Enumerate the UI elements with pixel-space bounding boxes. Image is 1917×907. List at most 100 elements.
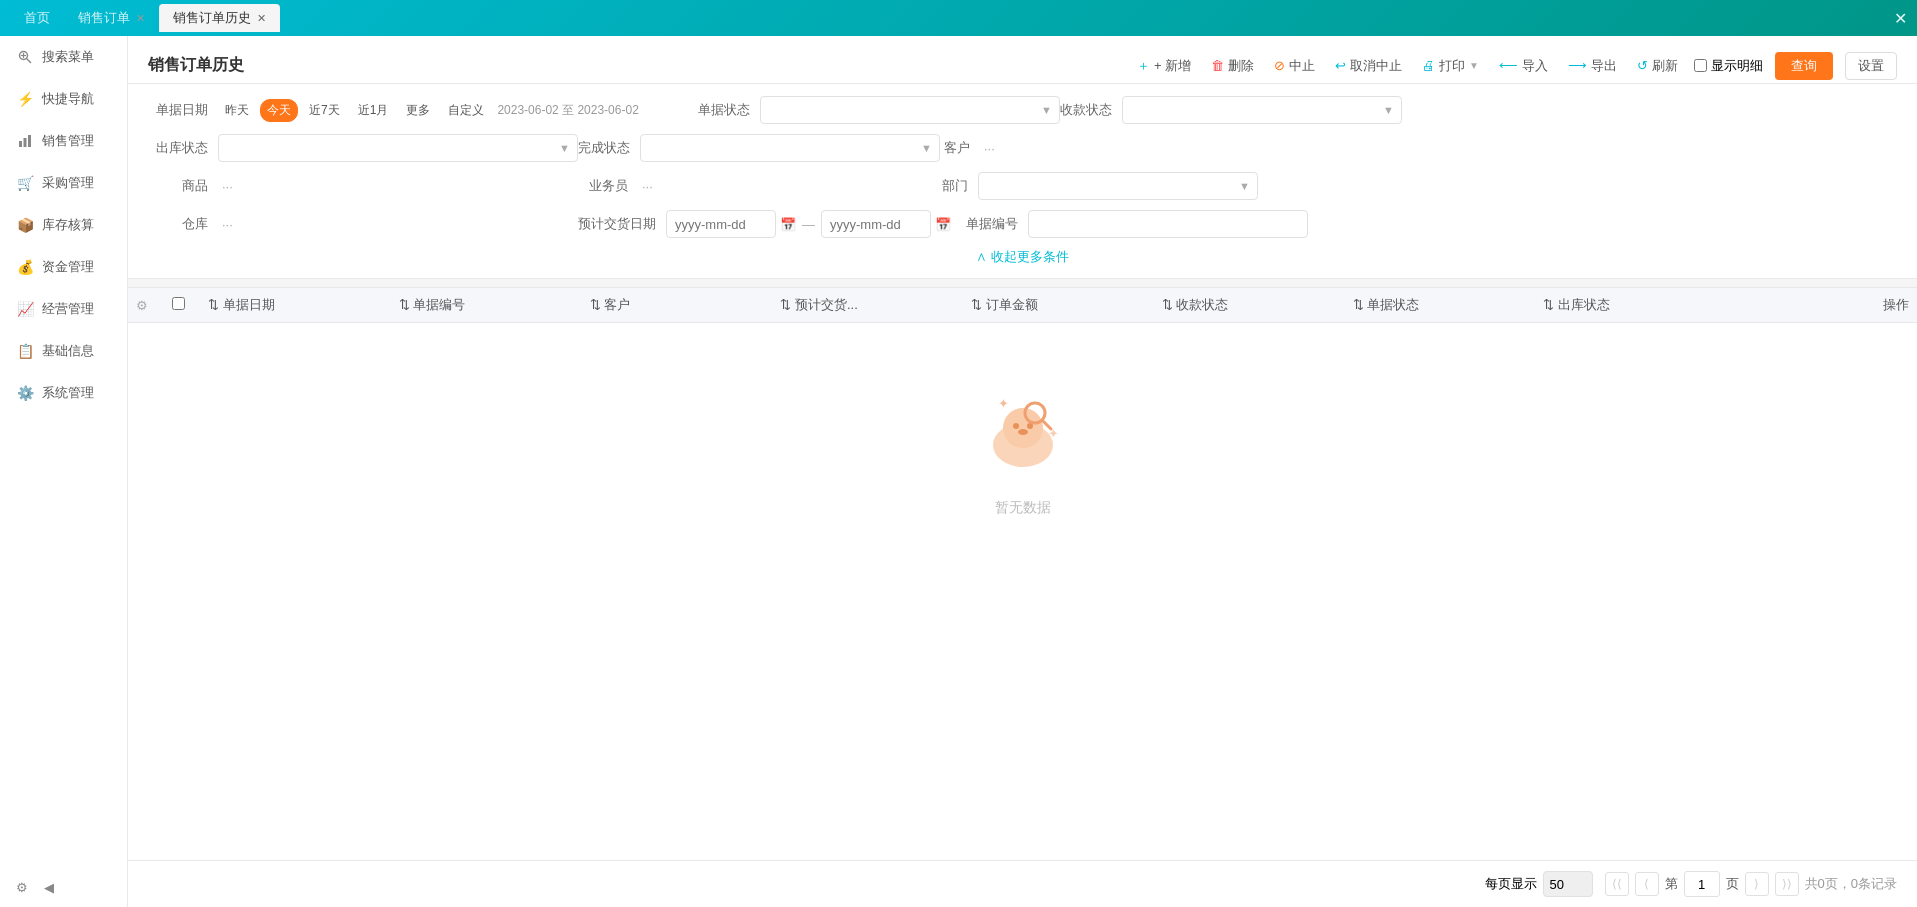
main-layout: 搜索菜单 ⚡ 快捷导航 销售管理 🛒 采购管理 📦 库存核算 💰 资金管理 📈 … — [0, 36, 1917, 907]
prev-page-button[interactable]: ⟨ — [1635, 872, 1659, 896]
col-receipt-status[interactable]: ⇅ 收款状态 — [1154, 288, 1345, 323]
col-bill-status[interactable]: ⇅ 单据状态 — [1345, 288, 1536, 323]
receipt-status-select[interactable] — [1122, 96, 1402, 124]
query-button[interactable]: 查询 — [1775, 52, 1833, 80]
delivery-date-start[interactable] — [666, 210, 776, 238]
display-checkbox[interactable] — [1694, 59, 1707, 72]
last-page-button[interactable]: ⟩⟩ — [1775, 872, 1799, 896]
operation-icon: 📈 — [16, 300, 34, 318]
date-dash: — — [802, 217, 815, 232]
sidebar-item-purchase-mgmt[interactable]: 🛒 采购管理 — [0, 162, 127, 204]
date-range-display: 2023-06-02 至 2023-06-02 — [497, 102, 638, 119]
delivery-date-end[interactable] — [821, 210, 931, 238]
suspend-button[interactable]: ⊘ 中止 — [1270, 53, 1319, 79]
salesperson-label: 业务员 — [578, 177, 638, 195]
date-btn-more[interactable]: 更多 — [399, 99, 437, 122]
col-customer[interactable]: ⇅ 客户 — [582, 288, 773, 323]
salesperson-ellipsis[interactable]: ··· — [638, 179, 657, 194]
settings-button[interactable]: 设置 — [1845, 52, 1897, 80]
sidebar-item-quick-nav[interactable]: ⚡ 快捷导航 — [0, 78, 127, 120]
date-quick-btns: 昨天 今天 近7天 近1月 更多 自定义 — [218, 99, 491, 122]
customer-ellipsis[interactable]: ··· — [980, 141, 999, 156]
data-table: ⚙ ⇅ 单据日期 ⇅ 单据编号 ⇅ 客户 — [128, 287, 1917, 323]
sidebar-settings-icon[interactable]: ⚙ — [16, 880, 28, 895]
sidebar-item-search-menu[interactable]: 搜索菜单 — [0, 36, 127, 78]
col-customer-label: ⇅ 客户 — [590, 297, 631, 312]
department-select[interactable] — [978, 172, 1258, 200]
collapse-row[interactable]: ∧ 收起更多条件 — [148, 248, 1897, 266]
display-toggle[interactable]: 显示明细 — [1694, 57, 1763, 75]
inventory-icon: 📦 — [16, 216, 34, 234]
svg-rect-4 — [19, 141, 22, 147]
tab-sales-order[interactable]: 销售订单 ✕ — [64, 4, 159, 32]
sidebar-collapse-icon[interactable]: ◀ — [44, 880, 54, 895]
col-delivery[interactable]: ⇅ 预计交货... — [772, 288, 963, 323]
sidebar-item-sales-mgmt[interactable]: 销售管理 — [0, 120, 127, 162]
sidebar-item-system-mgmt[interactable]: ⚙️ 系统管理 — [0, 372, 127, 414]
first-page-button[interactable]: ⟨⟨ — [1605, 872, 1629, 896]
calendar-start-icon[interactable]: 📅 — [780, 217, 796, 232]
close-history-tab[interactable]: ✕ — [257, 12, 266, 25]
sidebar-item-operation[interactable]: 📈 经营管理 — [0, 288, 127, 330]
table-gear-icon[interactable]: ⚙ — [136, 298, 148, 313]
filter-section: 单据日期 昨天 今天 近7天 近1月 更多 自定义 2023-06-02 至 2… — [128, 84, 1917, 279]
bill-status-select[interactable] — [760, 96, 1060, 124]
col-bill-no[interactable]: ⇅ 单据编号 — [391, 288, 582, 323]
date-btn-custom[interactable]: 自定义 — [441, 99, 491, 122]
refresh-button[interactable]: ↺ 刷新 — [1633, 53, 1682, 79]
page-number-input[interactable] — [1684, 871, 1720, 897]
col-delivery-status[interactable]: ⇅ 出库状态 — [1535, 288, 1726, 323]
col-amount[interactable]: ⇅ 订单金额 — [963, 288, 1154, 323]
svg-line-1 — [27, 59, 31, 63]
sidebar-item-quick-nav-label: 快捷导航 — [42, 90, 94, 108]
cancel-button[interactable]: ↩ 取消中止 — [1331, 53, 1406, 79]
tab-sales-order-label: 销售订单 — [78, 9, 130, 27]
tab-home[interactable]: 首页 — [10, 4, 64, 32]
top-bar: 首页 销售订单 ✕ 销售订单历史 ✕ ✕ — [0, 0, 1917, 36]
warehouse-ellipsis[interactable]: ··· — [218, 217, 237, 232]
new-button[interactable]: ＋ + 新增 — [1133, 53, 1195, 79]
sidebar-item-basic-info-label: 基础信息 — [42, 342, 94, 360]
export-button[interactable]: ⟶ 导出 — [1564, 53, 1621, 79]
svg-point-8 — [1003, 408, 1043, 448]
sidebar-item-basic-info[interactable]: 📋 基础信息 — [0, 330, 127, 372]
search-menu-icon — [16, 48, 34, 66]
tab-home-label: 首页 — [24, 9, 50, 27]
date-btn-1month[interactable]: 近1月 — [351, 99, 396, 122]
per-page-select[interactable]: 10 20 50 100 — [1543, 871, 1593, 897]
svg-rect-6 — [28, 135, 31, 147]
completion-status-select[interactable] — [640, 134, 940, 162]
sidebar-item-sales-mgmt-label: 销售管理 — [42, 132, 94, 150]
filter-row-3: 商品 ··· 业务员 ··· 部门 ▼ — [148, 172, 1897, 200]
select-all-checkbox[interactable] — [172, 297, 185, 310]
sidebar-item-search-menu-label: 搜索菜单 — [42, 48, 94, 66]
calendar-end-icon[interactable]: 📅 — [935, 217, 951, 232]
warehouse-label: 仓库 — [148, 215, 218, 233]
sidebar-item-inventory[interactable]: 📦 库存核算 — [0, 204, 127, 246]
window-close-button[interactable]: ✕ — [1894, 9, 1907, 28]
import-button[interactable]: ⟵ 导入 — [1495, 53, 1552, 79]
next-page-button[interactable]: ⟩ — [1745, 872, 1769, 896]
sidebar-bottom: ⚙ ◀ — [0, 868, 127, 907]
close-sales-order-tab[interactable]: ✕ — [136, 12, 145, 25]
date-btn-7days[interactable]: 近7天 — [302, 99, 347, 122]
department-label: 部门 — [938, 177, 978, 195]
date-btn-today[interactable]: 今天 — [260, 99, 298, 122]
bill-number-input[interactable] — [1028, 210, 1308, 238]
tab-sales-order-history[interactable]: 销售订单历史 ✕ — [159, 4, 280, 32]
table-header-row: ⚙ ⇅ 单据日期 ⇅ 单据编号 ⇅ 客户 — [128, 288, 1917, 323]
empty-text: 暂无数据 — [995, 499, 1051, 517]
print-dropdown-icon: ▼ — [1469, 60, 1479, 71]
date-btn-yesterday[interactable]: 昨天 — [218, 99, 256, 122]
filter-row-1: 单据日期 昨天 今天 近7天 近1月 更多 自定义 2023-06-02 至 2… — [148, 96, 1897, 124]
print-button[interactable]: 🖨 打印 ▼ — [1418, 53, 1483, 79]
page-label: 第 — [1665, 875, 1678, 893]
goods-ellipsis[interactable]: ··· — [218, 179, 237, 194]
bill-status-label: 单据状态 — [698, 101, 760, 119]
customer-label: 客户 — [940, 139, 980, 157]
col-date[interactable]: ⇅ 单据日期 — [200, 288, 391, 323]
delivery-status-select[interactable] — [218, 134, 578, 162]
delete-button[interactable]: 🗑 删除 — [1207, 53, 1258, 79]
sidebar-item-finance[interactable]: 💰 资金管理 — [0, 246, 127, 288]
per-page-wrap: 每页显示 10 20 50 100 — [1485, 871, 1593, 897]
